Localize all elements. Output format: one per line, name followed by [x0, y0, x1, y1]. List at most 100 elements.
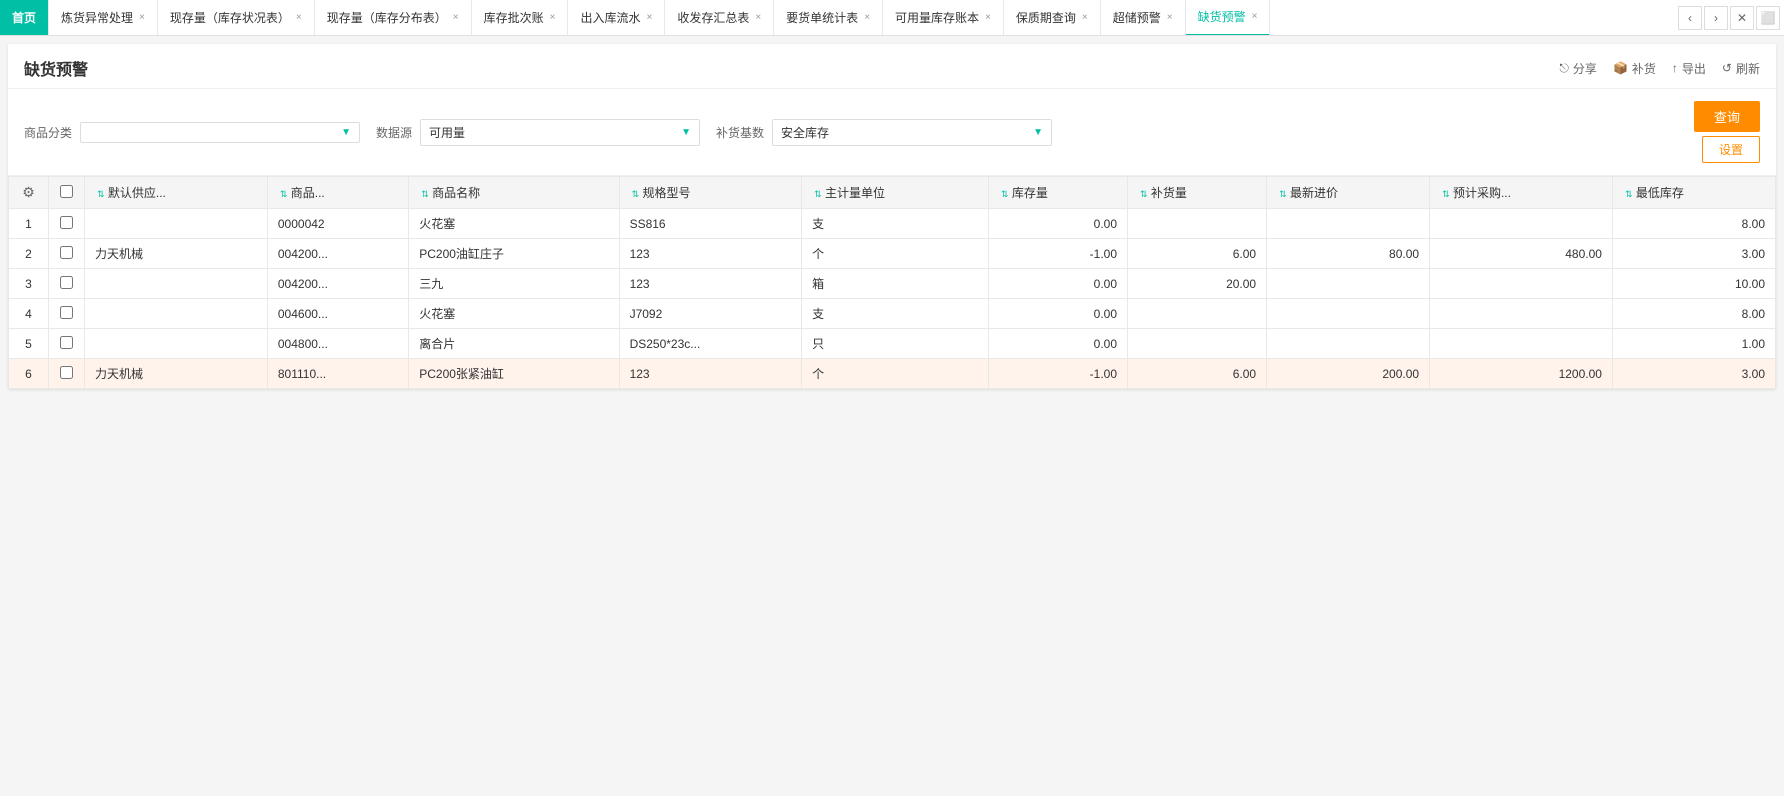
close-icon[interactable]: × [550, 12, 556, 23]
close-icon[interactable]: × [139, 12, 145, 23]
col-header-est-purchase: ⇅ 预计采购... [1430, 177, 1613, 209]
sort-icon[interactable]: ⇅ [280, 189, 288, 199]
row-checkbox[interactable] [60, 306, 73, 319]
replenish-icon: 📦 [1613, 61, 1628, 75]
row-min-stock: 8.00 [1612, 209, 1775, 239]
row-spec: 123 [619, 239, 802, 269]
close-icon[interactable]: × [1167, 12, 1173, 23]
chevron-down-icon: ▼ [1033, 127, 1043, 138]
nav-next-button[interactable]: › [1704, 6, 1728, 30]
settings-column-header: ⚙ [9, 177, 49, 209]
share-icon: ⎋ [1559, 61, 1569, 76]
row-latest-price [1267, 299, 1430, 329]
row-checkbox[interactable] [60, 246, 73, 259]
nav-close-button[interactable]: ✕ [1730, 6, 1754, 30]
select-all-checkbox[interactable] [60, 185, 73, 198]
table-row: 4 004600... 火花塞 J7092 支 0.00 8.00 [9, 299, 1776, 329]
nav-controls: ‹ › ✕ ⬜ [1678, 6, 1784, 30]
category-filter: 商品分类 ▼ [24, 122, 360, 143]
col-header-spec: ⇅ 规格型号 [619, 177, 802, 209]
close-icon[interactable]: × [1082, 12, 1088, 23]
row-unit: 只 [802, 329, 989, 359]
row-min-stock: 8.00 [1612, 299, 1775, 329]
row-replenish [1128, 299, 1267, 329]
tab-8[interactable]: 可用量库存账本 × [883, 0, 1004, 36]
row-checkbox[interactable] [60, 216, 73, 229]
query-button[interactable]: 查询 [1694, 101, 1760, 132]
col-header-supplier: ⇅ 默认供应... [85, 177, 268, 209]
close-icon[interactable]: × [296, 12, 302, 23]
tab-2[interactable]: 现存量（库存状况表） × [158, 0, 315, 36]
row-checkbox[interactable] [60, 366, 73, 379]
sort-icon[interactable]: ⇅ [97, 189, 105, 199]
top-nav: 首页 炼货异常处理 × 现存量（库存状况表） × 现存量（库存分布表） × 库存… [0, 0, 1784, 36]
row-est-purchase [1430, 299, 1613, 329]
row-checkbox[interactable] [60, 336, 73, 349]
col-header-latest-price: ⇅ 最新进价 [1267, 177, 1430, 209]
datasource-label: 数据源 [376, 124, 412, 141]
sort-icon[interactable]: ⇅ [1279, 189, 1287, 199]
row-unit: 支 [802, 209, 989, 239]
share-button[interactable]: ⎋ 分享 [1559, 60, 1597, 77]
col-header-name: ⇅ 商品名称 [409, 177, 619, 209]
row-stock: 0.00 [988, 269, 1127, 299]
nav-prev-button[interactable]: ‹ [1678, 6, 1702, 30]
sort-icon[interactable]: ⇅ [421, 189, 429, 199]
col-header-stock: ⇅ 库存量 [988, 177, 1127, 209]
row-checkbox[interactable] [60, 276, 73, 289]
chevron-down-icon: ▼ [681, 127, 691, 138]
row-spec: 123 [619, 359, 802, 389]
tab-11[interactable]: 缺货预警 × [1186, 0, 1271, 36]
col-header-code: ⇅ 商品... [267, 177, 408, 209]
row-checkbox-cell [49, 299, 85, 329]
sort-icon[interactable]: ⇅ [632, 189, 640, 199]
row-est-purchase [1430, 269, 1613, 299]
row-min-stock: 3.00 [1612, 359, 1775, 389]
close-icon[interactable]: × [646, 12, 652, 23]
tab-10[interactable]: 超储预警 × [1101, 0, 1186, 36]
col-header-replenish: ⇅ 补货量 [1128, 177, 1267, 209]
nav-maximize-button[interactable]: ⬜ [1756, 6, 1780, 30]
tab-home[interactable]: 首页 [0, 0, 49, 36]
tab-4[interactable]: 库存批次账 × [472, 0, 569, 36]
row-name: 离合片 [409, 329, 619, 359]
row-number: 6 [9, 359, 49, 389]
row-supplier [85, 269, 268, 299]
close-icon[interactable]: × [864, 12, 870, 23]
replenish-base-select[interactable]: 安全库存 ▼ [772, 119, 1052, 146]
close-icon[interactable]: × [755, 12, 761, 23]
sort-icon[interactable]: ⇅ [1442, 189, 1450, 199]
tab-9[interactable]: 保质期查询 × [1004, 0, 1101, 36]
category-select[interactable]: ▼ [80, 122, 360, 143]
tab-7[interactable]: 要货单统计表 × [774, 0, 883, 36]
row-replenish [1128, 209, 1267, 239]
row-latest-price [1267, 269, 1430, 299]
datasource-select[interactable]: 可用量 ▼ [420, 119, 700, 146]
row-unit: 箱 [802, 269, 989, 299]
tab-5[interactable]: 出入库流水 × [568, 0, 665, 36]
row-code: 004200... [267, 239, 408, 269]
sort-icon[interactable]: ⇅ [1140, 189, 1148, 199]
tab-3[interactable]: 现存量（库存分布表） × [315, 0, 472, 36]
close-icon[interactable]: × [453, 12, 459, 23]
row-est-purchase [1430, 329, 1613, 359]
row-est-purchase: 480.00 [1430, 239, 1613, 269]
refresh-button[interactable]: ↺ 刷新 [1722, 60, 1760, 77]
close-icon[interactable]: × [1252, 11, 1258, 22]
page-content: 缺货预警 ⎋ 分享 📦 补货 ↑ 导出 ↺ 刷新 商品分类 [8, 44, 1776, 389]
row-checkbox-cell [49, 269, 85, 299]
sort-icon[interactable]: ⇅ [1001, 189, 1009, 199]
close-icon[interactable]: × [985, 12, 991, 23]
settings-icon[interactable]: ⚙ [22, 184, 35, 200]
tab-6[interactable]: 收发存汇总表 × [665, 0, 774, 36]
row-supplier [85, 209, 268, 239]
replenish-button[interactable]: 📦 补货 [1613, 60, 1656, 77]
filter-actions: 查询 设置 [1694, 101, 1760, 163]
settings-button[interactable]: 设置 [1702, 136, 1760, 163]
export-button[interactable]: ↑ 导出 [1672, 60, 1706, 77]
tab-1[interactable]: 炼货异常处理 × [49, 0, 158, 36]
replenish-base-label: 补货基数 [716, 124, 764, 141]
sort-icon[interactable]: ⇅ [814, 189, 822, 199]
sort-icon[interactable]: ⇅ [1625, 189, 1633, 199]
row-supplier [85, 329, 268, 359]
